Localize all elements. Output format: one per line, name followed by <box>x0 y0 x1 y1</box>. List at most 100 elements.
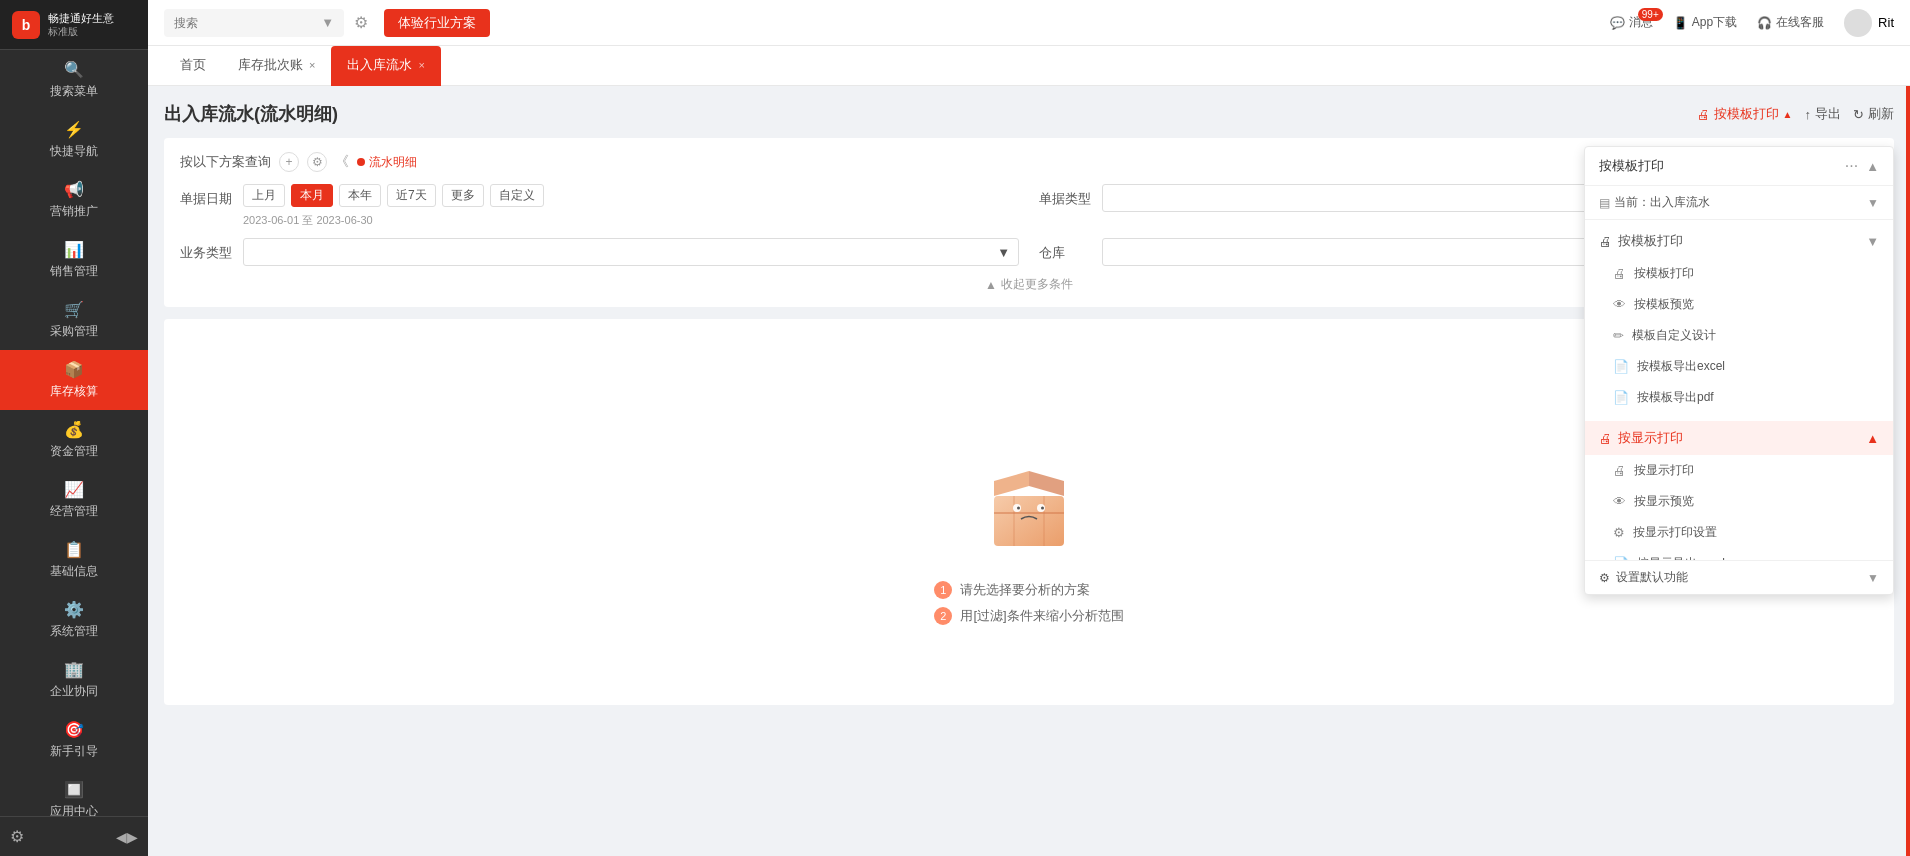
nav-label-finance: 资金管理 <box>50 443 98 460</box>
date-btn-自定义[interactable]: 自定义 <box>490 184 544 207</box>
item-label-display-preview: 按显示预览 <box>1634 493 1694 510</box>
item-label-template-preview: 按模板预览 <box>1634 296 1694 313</box>
dropdown-item-display-preview[interactable]: 👁按显示预览 <box>1585 486 1893 517</box>
section-header-display-print[interactable]: 🖨按显示打印▲ <box>1585 421 1893 455</box>
item-label-display-print-item: 按显示打印 <box>1634 462 1694 479</box>
tab-close-batch-account[interactable]: × <box>309 59 315 71</box>
date-btn-上月[interactable]: 上月 <box>243 184 285 207</box>
sidebar-bottom: ⚙ ◀▶ <box>0 816 148 856</box>
item-icon-template-print-item: 🖨 <box>1613 266 1626 281</box>
nav-icon-finance: 💰 <box>64 420 84 439</box>
sidebar-item-purchase[interactable]: 🛒采购管理 <box>0 290 148 350</box>
search-input[interactable] <box>174 16 317 30</box>
sidebar-item-guide[interactable]: 🎯新手引导 <box>0 710 148 770</box>
filter-tag-dot <box>357 158 365 166</box>
warehouse-label: 仓库 <box>1039 238 1094 262</box>
sidebar-item-basic[interactable]: 📋基础信息 <box>0 530 148 590</box>
item-label-template-print-item: 按模板打印 <box>1634 265 1694 282</box>
dropdown-item-template-customize[interactable]: ✏模板自定义设计 <box>1585 320 1893 351</box>
dropdown-item-display-print-item[interactable]: 🖨按显示打印 <box>1585 455 1893 486</box>
industry-btn[interactable]: 体验行业方案 <box>384 9 490 37</box>
dropdown-header-actions: ··· ▲ <box>1845 157 1879 175</box>
dropdown-item-display-print-settings[interactable]: ⚙按显示打印设置 <box>1585 517 1893 548</box>
dropdown-item-display-export-excel[interactable]: 📄按显示导出excel <box>1585 548 1893 560</box>
sidebar-item-system[interactable]: ⚙️系统管理 <box>0 590 148 650</box>
sidebar-item-marketing[interactable]: 📢营销推广 <box>0 170 148 230</box>
date-btn-更多[interactable]: 更多 <box>442 184 484 207</box>
tab-home[interactable]: 首页 <box>164 46 222 86</box>
nav-label-guide: 新手引导 <box>50 743 98 760</box>
svg-marker-2 <box>1029 471 1064 496</box>
export-btn[interactable]: ↑ 导出 <box>1805 105 1842 123</box>
date-btn-近7天[interactable]: 近7天 <box>387 184 436 207</box>
service-icon: 🎧 <box>1757 16 1772 30</box>
sidebar-item-search[interactable]: 🔍搜索菜单 <box>0 50 148 110</box>
sidebar-nav: 🔍搜索菜单⚡快捷导航📢营销推广📊销售管理🛒采购管理📦库存核算 💰 资金管理 📈经营管理… <box>0 50 148 816</box>
biz-type-label: 业务类型 <box>180 238 235 262</box>
app-download-btn[interactable]: 📱 App下载 <box>1673 14 1737 31</box>
item-label-template-customize: 模板自定义设计 <box>1632 327 1716 344</box>
dropdown-scroll-area: 🖨按模板打印▼🖨按模板打印👁按模板预览✏模板自定义设计📄按模板导出excel📄按… <box>1585 220 1893 560</box>
tab-inout-flow[interactable]: 出入库流水 × <box>331 46 440 86</box>
dropdown-header: 按模板打印 ··· ▲ <box>1585 147 1893 186</box>
dropdown-item-template-export-excel[interactable]: 📄按模板导出excel <box>1585 351 1893 382</box>
current-chevron[interactable]: ▼ <box>1867 196 1879 210</box>
svg-marker-1 <box>994 471 1029 496</box>
main-area: ▼ ⚙ 体验行业方案 💬 消息 99+ 📱 App下载 🎧 在线客服 Rit <box>148 0 1910 856</box>
nav-icon-enterprise: 🏢 <box>64 660 84 679</box>
nav-label-search: 搜索菜单 <box>50 83 98 100</box>
nav-icon-operation: 📈 <box>64 480 84 499</box>
date-btn-本月[interactable]: 本月 <box>291 184 333 207</box>
sidebar-item-quick-nav[interactable]: ⚡快捷导航 <box>0 110 148 170</box>
date-buttons: 上月本月本年近7天更多自定义 <box>243 184 544 207</box>
refresh-btn[interactable]: ↻ 刷新 <box>1853 105 1894 123</box>
svg-point-8 <box>1017 507 1020 510</box>
dropdown-collapse-icon[interactable]: ▲ <box>1866 159 1879 174</box>
resize-handle[interactable] <box>1906 86 1910 856</box>
header-gear-icon[interactable]: ⚙ <box>354 13 368 32</box>
sidebar-item-appstore[interactable]: 🔲应用中心 <box>0 770 148 816</box>
item-icon-template-export-pdf: 📄 <box>1613 390 1629 405</box>
biz-type-select[interactable]: ▼ <box>243 238 1019 266</box>
app-icon: 📱 <box>1673 16 1688 30</box>
sidebar-item-enterprise[interactable]: 🏢企业协同 <box>0 650 148 710</box>
filter-collapse-icon[interactable]: 《 <box>335 153 349 171</box>
nav-label-marketing: 营销推广 <box>50 203 98 220</box>
filter-add-btn[interactable]: + <box>279 152 299 172</box>
dropdown-item-template-preview[interactable]: 👁按模板预览 <box>1585 289 1893 320</box>
sidebar-item-finance[interactable]: 💰 资金管理 <box>0 410 148 470</box>
svg-point-9 <box>1041 507 1044 510</box>
set-default-btn[interactable]: ⚙ 设置默认功能 ▼ <box>1585 560 1893 594</box>
date-label: 单据日期 <box>180 184 235 208</box>
section-chevron-template-print: ▼ <box>1866 234 1879 249</box>
template-print-btn[interactable]: 🖨 按模板打印 ▲ <box>1697 105 1793 123</box>
sidebar-item-sales[interactable]: 📊销售管理 <box>0 230 148 290</box>
section-chevron-display-print: ▲ <box>1866 431 1879 446</box>
set-default-label: 设置默认功能 <box>1616 569 1688 586</box>
dropdown-item-template-print-item[interactable]: 🖨 按模板打印 <box>1585 258 1893 289</box>
customer-service-btn[interactable]: 🎧 在线客服 <box>1757 14 1824 31</box>
dropdown-item-template-export-pdf[interactable]: 📄按模板导出pdf <box>1585 382 1893 413</box>
nav-icon-basic: 📋 <box>64 540 84 559</box>
message-btn[interactable]: 💬 消息 99+ <box>1610 14 1653 31</box>
tab-label-inout-flow: 出入库流水 <box>347 56 412 74</box>
nav-icon-sales: 📊 <box>64 240 84 259</box>
nav-icon-purchase: 🛒 <box>64 300 84 319</box>
settings-bottom-icon[interactable]: ⚙ <box>10 827 24 846</box>
search-dropdown-icon[interactable]: ▼ <box>321 15 334 30</box>
sidebar-item-inventory[interactable]: 📦库存核算 <box>0 350 148 410</box>
section-header-template-print[interactable]: 🖨按模板打印▼ <box>1585 224 1893 258</box>
item-label-display-export-excel: 按显示导出excel <box>1637 555 1725 560</box>
sidebar-item-operation[interactable]: 📈经营管理 <box>0 470 148 530</box>
collapse-bottom-icon[interactable]: ◀▶ <box>116 829 138 845</box>
tab-label-home: 首页 <box>180 56 206 74</box>
tab-close-inout-flow[interactable]: × <box>418 59 424 71</box>
dropdown-more-icon[interactable]: ··· <box>1845 157 1858 175</box>
date-options: 上月本月本年近7天更多自定义 2023-06-01 至 2023-06-30 <box>243 184 544 228</box>
filter-setting-btn[interactable]: ⚙ <box>307 152 327 172</box>
tab-batch-account[interactable]: 库存批次账× <box>222 46 331 86</box>
tab-bar: 首页库存批次账× 出入库流水 × <box>148 46 1910 86</box>
date-btn-本年[interactable]: 本年 <box>339 184 381 207</box>
svg-rect-0 <box>994 496 1064 546</box>
user-avatar-area[interactable]: Rit <box>1844 9 1894 37</box>
